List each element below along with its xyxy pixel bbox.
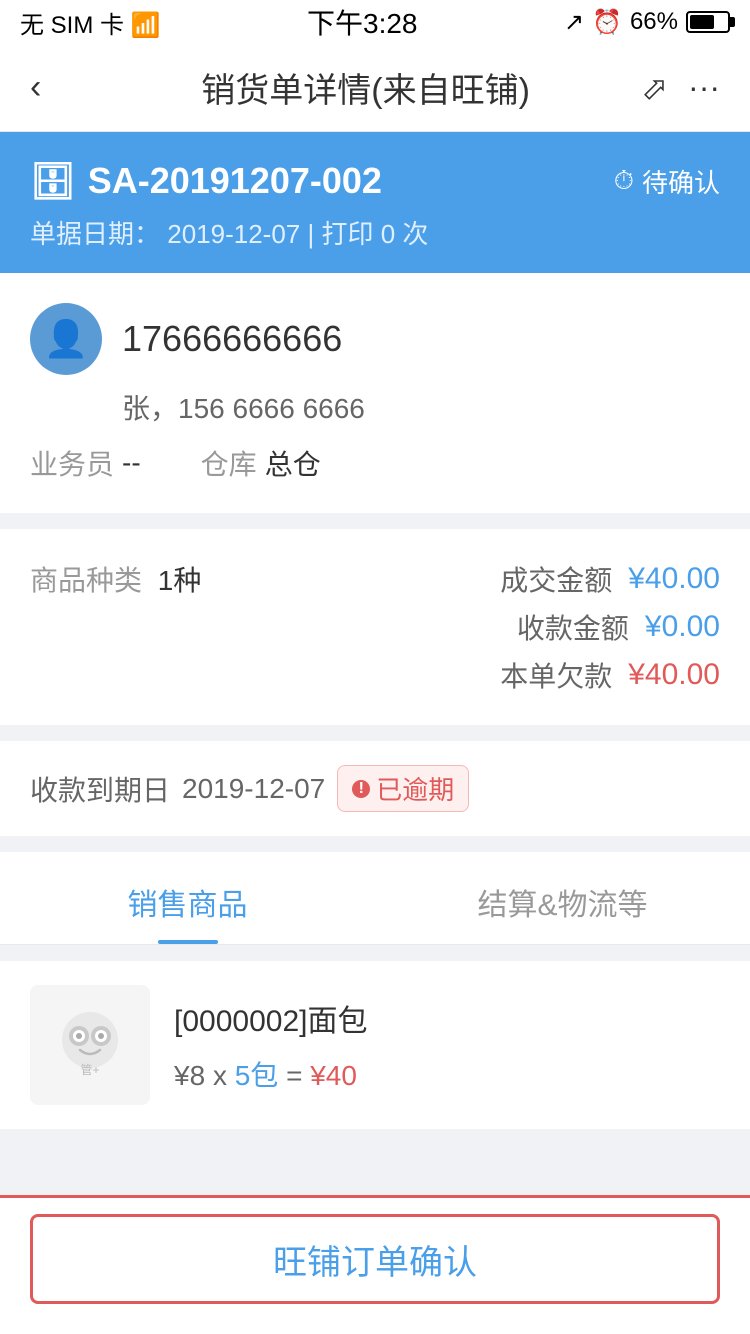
summary-section: 商品种类 1种 成交金额 ¥40.00 收款金额 ¥0.00 本单欠款 ¥40.… (0, 529, 750, 725)
status-time: 下午3:28 (307, 2, 418, 42)
overdue-badge: ! 已逾期 (337, 765, 469, 812)
customer-section: 👤 17666666666 张，156 6666 6666 业务员 -- 仓库 … (0, 273, 750, 513)
print-label: | 打印 (307, 219, 373, 249)
print-suffix: 次 (402, 219, 428, 249)
summary-left: 商品种类 1种 (30, 559, 201, 599)
bottom-button-wrap: 旺铺订单确认 (0, 1195, 750, 1334)
signal-info: 无 SIM 卡 📶 (20, 5, 161, 40)
alarm-icon: ⏰ (592, 8, 622, 37)
overdue-dot-icon: ! (352, 780, 370, 798)
svg-text:管+: 管+ (80, 1062, 99, 1077)
product-type-value: 1种 (158, 565, 202, 596)
product-price: ¥8 x 5包 = ¥40 (174, 1054, 720, 1094)
avatar-icon: 👤 (44, 318, 89, 360)
price-quantity: 5包 (235, 1060, 279, 1091)
battery-text: 66% (630, 8, 678, 36)
order-id-row: 🗄 SA-20191207-002 ⏱ 待确认 (30, 160, 720, 202)
received-label: 收款金额 (517, 607, 629, 647)
avatar: 👤 (30, 303, 102, 375)
owed-row: 本单欠款 ¥40.00 (500, 655, 720, 695)
customer-meta: 业务员 -- 仓库 总仓 (30, 443, 720, 483)
overdue-text: 已逾期 (376, 770, 454, 807)
back-button[interactable]: ‹ (30, 68, 90, 107)
share-button[interactable]: ⬀ (641, 69, 668, 107)
received-value: ¥0.00 (645, 610, 720, 644)
nav-bar: ‹ 销货单详情(来自旺铺) ⬀ ··· (0, 44, 750, 132)
due-date-section: 收款到期日 2019-12-07 ! 已逾期 (0, 741, 750, 836)
warehouse-value: 总仓 (265, 443, 321, 483)
product-thumbnail: 管+ (30, 985, 150, 1105)
status-left: 无 SIM 卡 📶 (20, 5, 161, 40)
nav-actions: ⬀ ··· (641, 69, 720, 107)
sales-value: -- (122, 447, 141, 479)
product-image-icon: 管+ (50, 1010, 130, 1080)
received-row: 收款金额 ¥0.00 (517, 607, 720, 647)
order-doc-icon: 🗄 (30, 160, 76, 202)
more-button[interactable]: ··· (688, 69, 720, 106)
price-multiply: x (213, 1060, 235, 1091)
customer-phone: 17666666666 (122, 318, 342, 360)
tab-settlement[interactable]: 结算&物流等 (375, 852, 750, 944)
tabs-section: 销售商品 结算&物流等 (0, 852, 750, 945)
price-equals: = (286, 1060, 310, 1091)
amount-label: 成交金额 (500, 559, 612, 599)
tabs-row: 销售商品 结算&物流等 (0, 852, 750, 945)
price-total: ¥40 (310, 1060, 357, 1091)
order-status: ⏱ 待确认 (614, 163, 720, 200)
product-info: [0000002]面包 ¥8 x 5包 = ¥40 (174, 996, 720, 1094)
tab-sales-label: 销售商品 (128, 889, 248, 922)
sales-meta: 业务员 -- (30, 443, 141, 483)
status-clock-icon: ⏱ (614, 165, 634, 197)
status-bar: 无 SIM 卡 📶 下午3:28 ↗ ⏰ 66% (0, 0, 750, 44)
due-date-value: 2019-12-07 (182, 773, 325, 805)
customer-name: 张，156 6666 6666 (30, 387, 720, 427)
battery-icon (686, 11, 730, 33)
status-right: ↗ ⏰ 66% (564, 8, 730, 37)
location-icon: ↗ (564, 8, 584, 37)
amount-value: ¥40.00 (628, 562, 720, 596)
sales-label: 业务员 (30, 443, 114, 483)
summary-right: 成交金额 ¥40.00 收款金额 ¥0.00 本单欠款 ¥40.00 (500, 559, 720, 695)
customer-row: 👤 17666666666 (30, 303, 720, 375)
product-name: [0000002]面包 (174, 996, 720, 1040)
order-id-text: SA-20191207-002 (88, 160, 382, 202)
owed-value: ¥40.00 (628, 658, 720, 692)
tab-sales-product[interactable]: 销售商品 (0, 852, 375, 944)
warehouse-label: 仓库 (201, 443, 257, 483)
print-count: 0 (381, 219, 395, 249)
product-section: 管+ [0000002]面包 ¥8 x 5包 = ¥40 (0, 961, 750, 1129)
order-header: 🗄 SA-20191207-002 ⏱ 待确认 单据日期： 2019-12-07… (0, 132, 750, 273)
amount-row: 成交金额 ¥40.00 (500, 559, 720, 599)
product-type-label: 商品种类 (30, 565, 142, 596)
page-title: 销货单详情(来自旺铺) (201, 63, 530, 112)
confirm-wangpu-button[interactable]: 旺铺订单确认 (30, 1214, 720, 1304)
date-label: 单据日期： (30, 219, 160, 249)
battery-fill (690, 15, 714, 29)
tab-settlement-label: 结算&物流等 (477, 889, 647, 922)
order-id: 🗄 SA-20191207-002 (30, 160, 382, 202)
order-date: 单据日期： 2019-12-07 | 打印 0 次 (30, 214, 720, 251)
status-text: 待确认 (642, 163, 720, 200)
owed-label: 本单欠款 (500, 655, 612, 695)
due-date-label: 收款到期日 (30, 769, 170, 809)
date-value: 2019-12-07 (167, 219, 300, 249)
warehouse-meta: 仓库 总仓 (201, 443, 321, 483)
price-unit: ¥8 (174, 1060, 205, 1091)
